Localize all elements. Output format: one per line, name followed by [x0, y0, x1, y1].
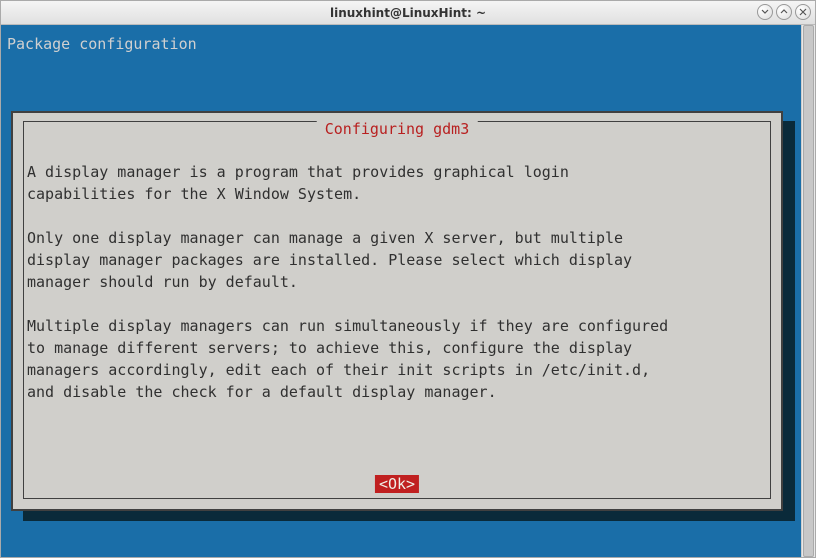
terminal-area: Package configuration Configuring gdm3 A…	[1, 25, 815, 557]
close-icon	[799, 8, 807, 16]
dialog-title: Configuring gdm3	[317, 120, 478, 138]
scrollbar[interactable]	[801, 25, 815, 557]
maximize-button[interactable]	[776, 4, 792, 20]
close-button[interactable]	[795, 4, 811, 20]
dialog-body-text: A display manager is a program that prov…	[27, 161, 767, 403]
terminal-window: linuxhint@LinuxHint: ~ Package configura…	[0, 0, 816, 558]
titlebar-buttons	[757, 4, 811, 20]
debconf-dialog: Configuring gdm3 A display manager is a …	[11, 111, 783, 511]
chevron-up-icon	[780, 8, 788, 16]
chevron-down-icon	[761, 8, 769, 16]
ok-button[interactable]: <Ok>	[375, 475, 419, 493]
minimize-button[interactable]	[757, 4, 773, 20]
scrollbar-thumb[interactable]	[803, 25, 814, 557]
window-title: linuxhint@LinuxHint: ~	[330, 6, 486, 20]
titlebar: linuxhint@LinuxHint: ~	[1, 1, 815, 25]
package-config-header: Package configuration	[5, 33, 807, 53]
